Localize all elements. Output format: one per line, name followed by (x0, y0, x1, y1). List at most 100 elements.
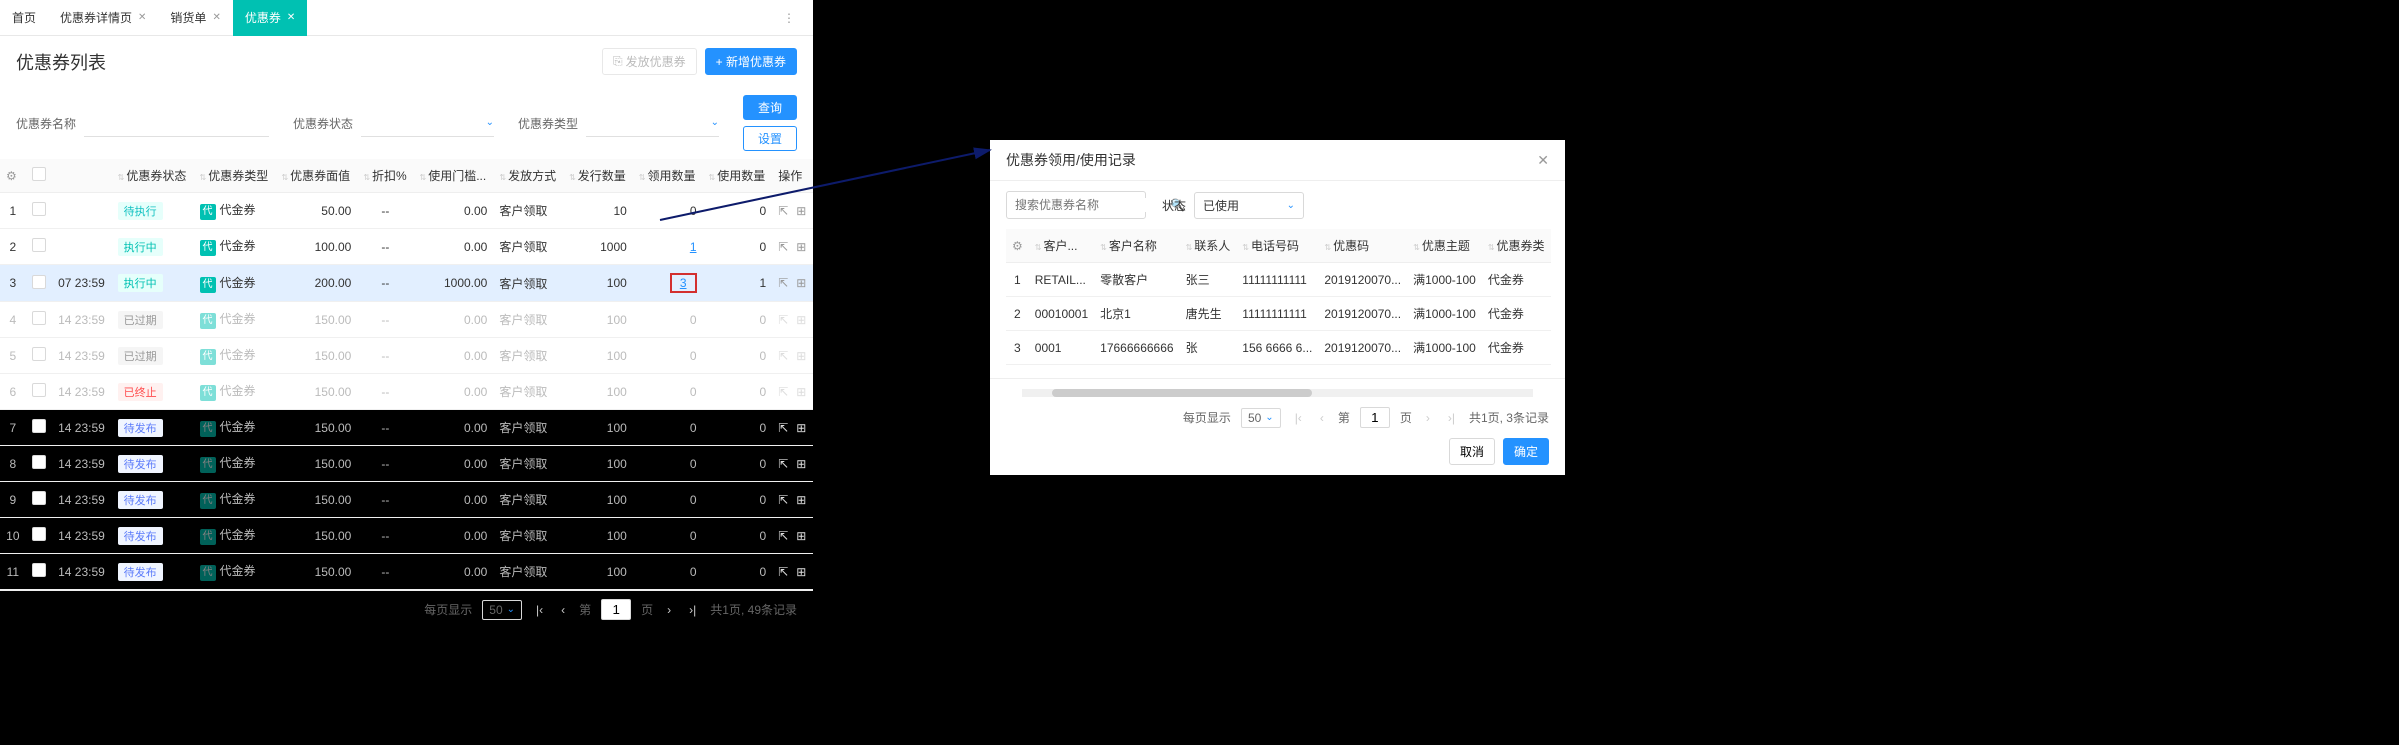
table-row[interactable]: 11 14 23:59 待发布 代代金券 150.00 -- 0.00 客户领取… (0, 554, 813, 590)
share-icon[interactable]: ⇱ (778, 493, 788, 507)
chevron-down-icon: ⌄ (486, 117, 494, 128)
gear-icon[interactable]: ⚙ (6, 169, 17, 183)
modal-per-page-select[interactable]: 50⌄ (1241, 408, 1281, 428)
first-page-button[interactable]: |‹ (532, 603, 547, 617)
share-icon[interactable]: ⇱ (778, 385, 788, 399)
select-all-checkbox[interactable] (32, 167, 46, 181)
page-input[interactable] (601, 599, 631, 620)
coupon-type-icon: 代 (200, 313, 216, 329)
modal-status-select[interactable]: 已使用 ⌄ (1194, 192, 1304, 219)
create-button[interactable]: + 新增优惠券 (705, 48, 797, 75)
share-icon[interactable]: ⇱ (778, 421, 788, 435)
row-checkbox[interactable] (32, 527, 46, 541)
share-icon[interactable]: ⇱ (778, 349, 788, 363)
modal-page-input[interactable] (1360, 407, 1390, 428)
row-checkbox[interactable] (32, 347, 46, 361)
tab-home[interactable]: 首页 (0, 0, 48, 36)
close-icon[interactable]: ✕ (1537, 152, 1549, 169)
table-row[interactable]: 6 14 23:59 已终止 代代金券 150.00 -- 0.00 客户领取 … (0, 374, 813, 410)
qr-icon[interactable]: ⊞ (796, 276, 806, 290)
confirm-button[interactable]: 确定 (1503, 438, 1549, 465)
status-badge: 待发布 (118, 455, 163, 473)
modal-prev-page-button[interactable]: ‹ (1316, 411, 1328, 425)
modal-next-page-button[interactable]: › (1422, 411, 1434, 425)
row-checkbox[interactable] (32, 455, 46, 469)
claimed-link[interactable]: 3 (680, 276, 687, 290)
prev-page-button[interactable]: ‹ (557, 603, 569, 617)
close-icon[interactable]: ✕ (287, 12, 295, 23)
horizontal-scrollbar[interactable] (1022, 389, 1533, 397)
coupon-type-icon: 代 (200, 349, 216, 365)
modal-first-page-button[interactable]: |‹ (1291, 411, 1306, 425)
gear-icon[interactable]: ⚙ (1012, 239, 1023, 253)
search-button[interactable]: 查询 (743, 95, 797, 120)
share-icon[interactable]: ⇱ (778, 276, 788, 290)
table-row[interactable]: 1 待执行 代代金券 50.00 -- 0.00 客户领取 10 0 0 ⇱⊞ (0, 193, 813, 229)
qr-icon[interactable]: ⊞ (796, 457, 806, 471)
status-badge: 待发布 (118, 419, 163, 437)
close-icon[interactable]: ✕ (138, 12, 146, 23)
filter-type-select[interactable]: ⌄ (586, 109, 719, 137)
share-icon[interactable]: ⇱ (778, 204, 788, 218)
filter-status-select[interactable]: ⌄ (361, 109, 494, 137)
chevron-down-icon: ⌄ (507, 604, 515, 615)
share-icon[interactable]: ⇱ (778, 240, 788, 254)
table-row[interactable]: 10 14 23:59 待发布 代代金券 150.00 -- 0.00 客户领取… (0, 518, 813, 554)
table-row[interactable]: 7 14 23:59 待发布 代代金券 150.00 -- 0.00 客户领取 … (0, 410, 813, 446)
status-badge: 执行中 (118, 274, 163, 292)
main-panel: 首页 优惠券详情页✕ 销货单✕ 优惠券✕ ⋮ 优惠券列表 ⎘发放优惠券 + 新增… (0, 0, 813, 410)
chevron-down-icon: ⌄ (711, 117, 719, 128)
row-checkbox[interactable] (32, 311, 46, 325)
qr-icon[interactable]: ⊞ (796, 421, 806, 435)
last-page-button[interactable]: ›| (685, 603, 700, 617)
qr-icon[interactable]: ⊞ (796, 493, 806, 507)
qr-icon[interactable]: ⊞ (796, 240, 806, 254)
tab-detail[interactable]: 优惠券详情页✕ (48, 0, 158, 36)
tab-sales[interactable]: 销货单✕ (158, 0, 232, 36)
table-row[interactable]: 3 07 23:59 执行中 代代金券 200.00 -- 1000.00 客户… (0, 265, 813, 302)
distribute-button[interactable]: ⎘发放优惠券 (602, 48, 697, 75)
settings-button[interactable]: 设置 (743, 126, 797, 151)
page-title: 优惠券列表 (16, 49, 106, 75)
row-checkbox[interactable] (32, 563, 46, 577)
row-checkbox[interactable] (32, 238, 46, 252)
row-checkbox[interactable] (32, 202, 46, 216)
share-icon[interactable]: ⇱ (778, 313, 788, 327)
modal-title: 优惠券领用/使用记录 (1006, 150, 1136, 170)
table-row[interactable]: 4 14 23:59 已过期 代代金券 150.00 -- 0.00 客户领取 … (0, 302, 813, 338)
row-checkbox[interactable] (32, 275, 46, 289)
modal-search-box: 🔍 (1006, 191, 1146, 219)
qr-icon[interactable]: ⊞ (796, 529, 806, 543)
share-icon[interactable]: ⇱ (778, 529, 788, 543)
qr-icon[interactable]: ⊞ (796, 385, 806, 399)
share-icon[interactable]: ⇱ (778, 457, 788, 471)
close-icon[interactable]: ✕ (212, 12, 220, 23)
table-row[interactable]: 8 14 23:59 待发布 代代金券 150.00 -- 0.00 客户领取 … (0, 446, 813, 482)
modal-search-input[interactable] (1015, 198, 1170, 212)
table-row[interactable]: 5 14 23:59 已过期 代代金券 150.00 -- 0.00 客户领取 … (0, 338, 813, 374)
table-row[interactable]: 200010001北京1唐先生111111111112019120070...满… (1006, 297, 1551, 331)
share-icon[interactable]: ⇱ (778, 565, 788, 579)
qr-icon[interactable]: ⊞ (796, 313, 806, 327)
claimed-link[interactable]: 1 (690, 240, 697, 254)
filter-name-input[interactable] (84, 109, 269, 137)
modal-last-page-button[interactable]: ›| (1444, 411, 1459, 425)
table-row[interactable]: 3000117666666666张156 6666 6...2019120070… (1006, 331, 1551, 365)
row-checkbox[interactable] (32, 419, 46, 433)
qr-icon[interactable]: ⊞ (796, 349, 806, 363)
qr-icon[interactable]: ⊞ (796, 204, 806, 218)
per-page-select[interactable]: 50⌄ (482, 600, 522, 620)
coupon-type-icon: 代 (200, 204, 216, 220)
tabs-more-icon[interactable]: ⋮ (775, 11, 803, 25)
tab-coupons[interactable]: 优惠券✕ (233, 0, 307, 36)
coupon-type-icon: 代 (200, 240, 216, 256)
cancel-button[interactable]: 取消 (1449, 438, 1495, 465)
next-page-button[interactable]: › (663, 603, 675, 617)
row-checkbox[interactable] (32, 491, 46, 505)
table-row[interactable]: 9 14 23:59 待发布 代代金券 150.00 -- 0.00 客户领取 … (0, 482, 813, 518)
table-row[interactable]: 2 执行中 代代金券 100.00 -- 0.00 客户领取 1000 1 0 … (0, 229, 813, 265)
table-row[interactable]: 1RETAIL...零散客户张三111111111112019120070...… (1006, 263, 1551, 297)
qr-icon[interactable]: ⊞ (796, 565, 806, 579)
row-checkbox[interactable] (32, 383, 46, 397)
usage-record-modal: 优惠券领用/使用记录 ✕ 🔍 状态 已使用 ⌄ ⚙ ⇅客户... ⇅客户名称 ⇅… (990, 140, 1565, 475)
